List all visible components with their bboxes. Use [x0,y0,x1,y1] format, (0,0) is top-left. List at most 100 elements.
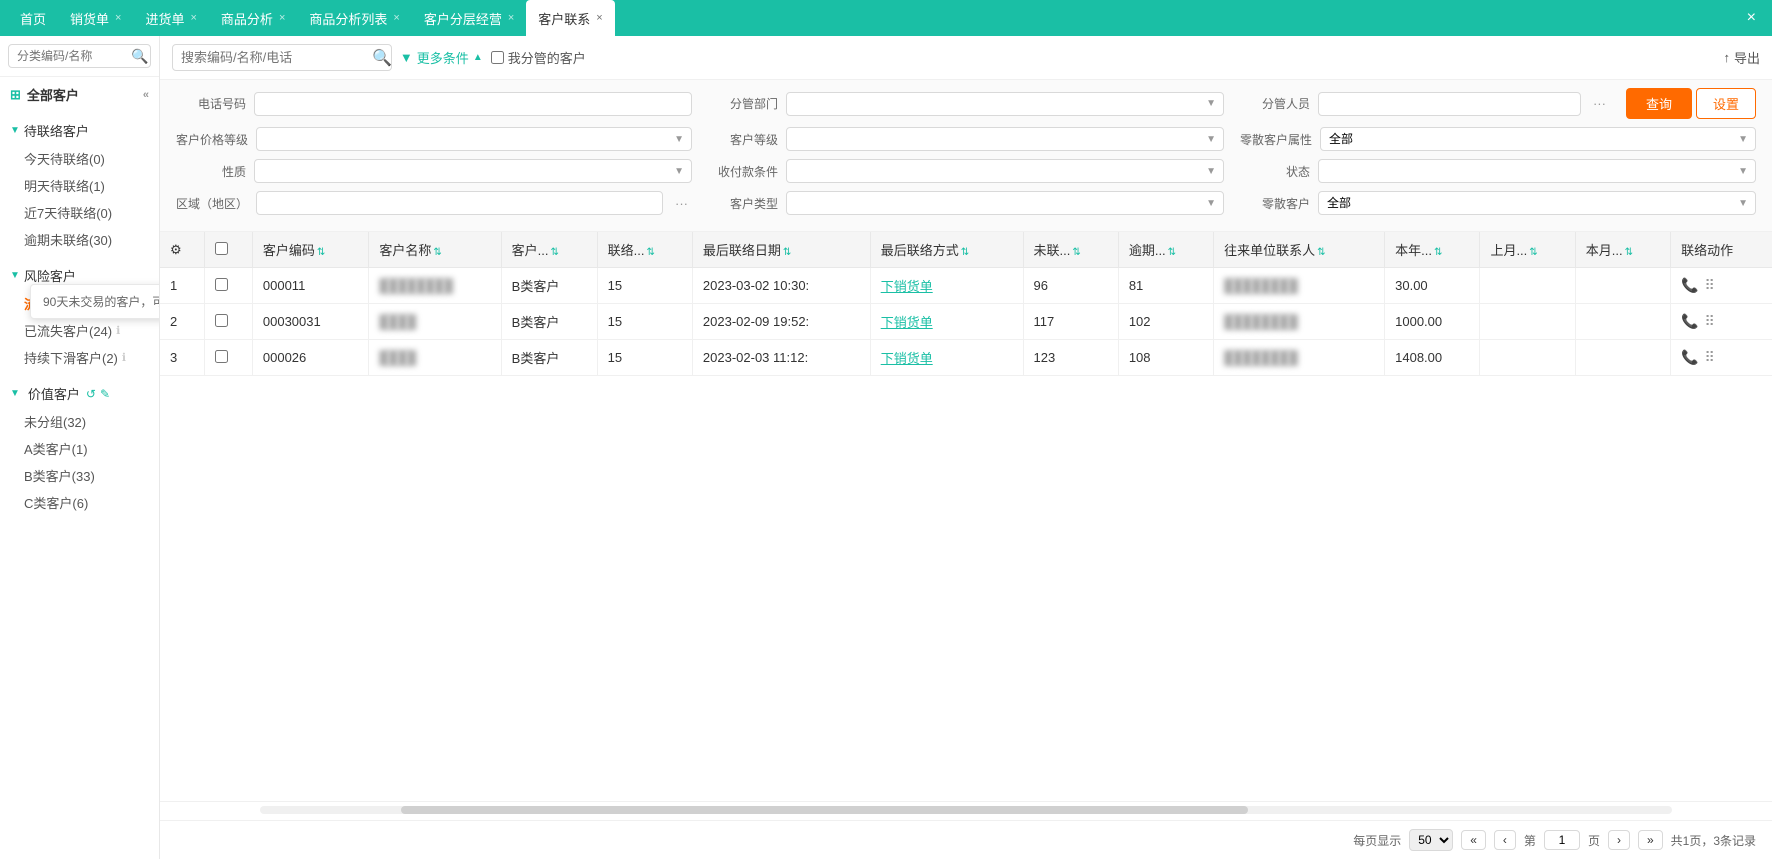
prev-page-button[interactable]: ‹ [1494,830,1516,850]
zero-customer-select[interactable]: 全部 [1318,191,1756,215]
col-last-month[interactable]: 上月...⇅ [1480,232,1575,268]
select-all-checkbox[interactable] [215,242,228,255]
nature-select[interactable] [254,159,692,183]
nav-tab-product-analysis[interactable]: 商品分析 × [209,0,297,36]
area-input[interactable] [256,191,663,215]
row2-checkbox[interactable] [205,304,252,340]
sidebar-search-input[interactable] [8,44,151,68]
row3-checkbox[interactable] [205,340,252,376]
col-this-month[interactable]: 本月...⇅ [1575,232,1670,268]
dept-select[interactable] [786,92,1224,116]
all-customers-title[interactable]: ⊞ 全部客户 « [0,77,159,112]
per-page-select[interactable]: 50 [1409,829,1453,851]
phone-label: 电话号码 [176,95,246,112]
next-page-button[interactable]: › [1608,830,1630,850]
col-code[interactable]: 客户编码⇅ [252,232,369,268]
page-input[interactable] [1544,830,1580,850]
my-customers-checkbox[interactable] [491,51,504,64]
settings-button[interactable]: 设置 [1696,88,1756,119]
close-tab-0-icon[interactable]: × [115,12,121,24]
col-last-way[interactable]: 最后联络方式⇅ [870,232,1023,268]
sidebar-item-7days[interactable]: 近7天待联络(0) [0,199,159,226]
action-more-icon-3[interactable]: ⠿ [1705,349,1715,366]
row3-way[interactable]: 下销货单 [870,340,1023,376]
nav-tab-customer-contact[interactable]: 客户联系 × [526,0,614,36]
phone-input[interactable] [254,92,692,116]
row1-way[interactable]: 下销货单 [870,268,1023,304]
sidebar-item-declining[interactable]: 持续下滑客户(2) ℹ [0,344,159,371]
close-tab-2-icon[interactable]: × [279,12,285,24]
action-phone-icon-3[interactable]: 📞 [1681,349,1698,366]
query-button[interactable]: 查询 [1626,88,1692,119]
row1-checkbox[interactable] [205,268,252,304]
sidebar-item-class-c[interactable]: C类客户(6) [0,489,159,516]
nav-tab-sales[interactable]: 销货单 × [58,0,133,36]
close-tab-1-icon[interactable]: × [190,12,196,24]
close-tab-3-icon[interactable]: × [393,12,399,24]
customer-type-select[interactable] [786,191,1224,215]
more-conditions-button[interactable]: ▼ 更多条件 ▲ [400,48,483,67]
edit-icon[interactable]: ✎ [100,387,110,401]
sidebar-item-tomorrow[interactable]: 明天待联络(1) [0,172,159,199]
sidebar-search-icon[interactable]: 🔍 [131,48,148,65]
person-dots-icon[interactable]: ··· [1589,96,1610,111]
price-level-select[interactable] [256,127,692,151]
status-select[interactable] [1318,159,1756,183]
search-input[interactable] [172,44,392,71]
sidebar-item-churned[interactable]: 已流失客户(24) ℹ [0,317,159,344]
payment-label: 收付款条件 [708,163,778,180]
last-page-button[interactable]: » [1638,830,1663,850]
action-more-icon[interactable]: ⠿ [1705,277,1715,294]
customer-level-select[interactable] [786,127,1224,151]
scroll-thumb[interactable] [401,806,1248,814]
action-more-icon-2[interactable]: ⠿ [1705,313,1715,330]
row2-way[interactable]: 下销货单 [870,304,1023,340]
nav-tab-product-list[interactable]: 商品分析列表 × [297,0,411,36]
col-contacts-person[interactable]: 往来单位联系人⇅ [1214,232,1385,268]
close-tab-5-icon[interactable]: × [596,12,602,24]
customer-level-wrap: ▼ [786,127,1224,151]
filter-zero-attr: 零散客户属性 全部 ▼ [1240,127,1756,151]
col-name[interactable]: 客户名称⇅ [369,232,501,268]
col-contact[interactable]: 联络...⇅ [597,232,692,268]
arrow-down-icon-value: ▼ [10,388,20,399]
col-this-year[interactable]: 本年...⇅ [1385,232,1480,268]
export-button[interactable]: ↑ 导出 [1723,48,1760,67]
action-phone-icon[interactable]: 📞 [1681,277,1698,294]
sidebar-item-class-a[interactable]: A类客户(1) [0,435,159,462]
col-unlinked[interactable]: 未联...⇅ [1023,232,1118,268]
first-page-button[interactable]: « [1461,830,1486,850]
sidebar-collapse-icon[interactable]: « [143,89,149,101]
person-input[interactable] [1318,92,1581,116]
group-value-title[interactable]: ▼ 价值客户 ↺ ✎ [0,379,159,408]
payment-select[interactable] [786,159,1224,183]
col-customer-type[interactable]: 客户...⇅ [501,232,597,268]
sidebar-item-overdue[interactable]: 逾期未联络(30) [0,226,159,253]
close-all-button[interactable]: × [1739,9,1764,27]
filter-customer-type: 客户类型 ▼ [708,191,1224,215]
nav-home[interactable]: 首页 [8,0,58,36]
area-dots-icon[interactable]: ··· [671,196,692,211]
sidebar-item-today[interactable]: 今天待联络(0) [0,145,159,172]
filter-panel: 电话号码 分管部门 ▼ 分管人员 ··· [160,80,1772,232]
zero-attr-select[interactable]: 全部 [1320,127,1756,151]
horizontal-scroll-bar[interactable] [160,801,1772,820]
my-customers-checkbox-label[interactable]: 我分管的客户 [491,48,586,67]
col-settings[interactable]: ⚙ [160,232,205,268]
sidebar-item-class-b[interactable]: B类客户(33) [0,462,159,489]
group-pending-title[interactable]: ▼ 待联络客户 [0,116,159,145]
col-last-date[interactable]: 最后联络日期⇅ [692,232,870,268]
export-icon: ↑ [1723,50,1730,65]
pagination-bar: 每页显示 50 « ‹ 第 页 › » 共1页，3条记录 [160,820,1772,859]
nav-tab-customer-layered[interactable]: 客户分层经营 × [412,0,526,36]
sidebar-item-ungrouped[interactable]: 未分组(32) [0,408,159,435]
col-checkbox[interactable] [205,232,252,268]
col-overdue[interactable]: 逾期...⇅ [1118,232,1213,268]
action-phone-icon-2[interactable]: 📞 [1681,313,1698,330]
close-tab-4-icon[interactable]: × [508,12,514,24]
top-nav: 首页 销货单 × 进货单 × 商品分析 × 商品分析列表 × 客户分层经营 × … [0,0,1772,36]
nav-tab-purchase[interactable]: 进货单 × [133,0,208,36]
row1-type: B类客户 [501,268,597,304]
search-button[interactable]: 🔍 [372,48,392,68]
refresh-icon[interactable]: ↺ [86,387,96,401]
